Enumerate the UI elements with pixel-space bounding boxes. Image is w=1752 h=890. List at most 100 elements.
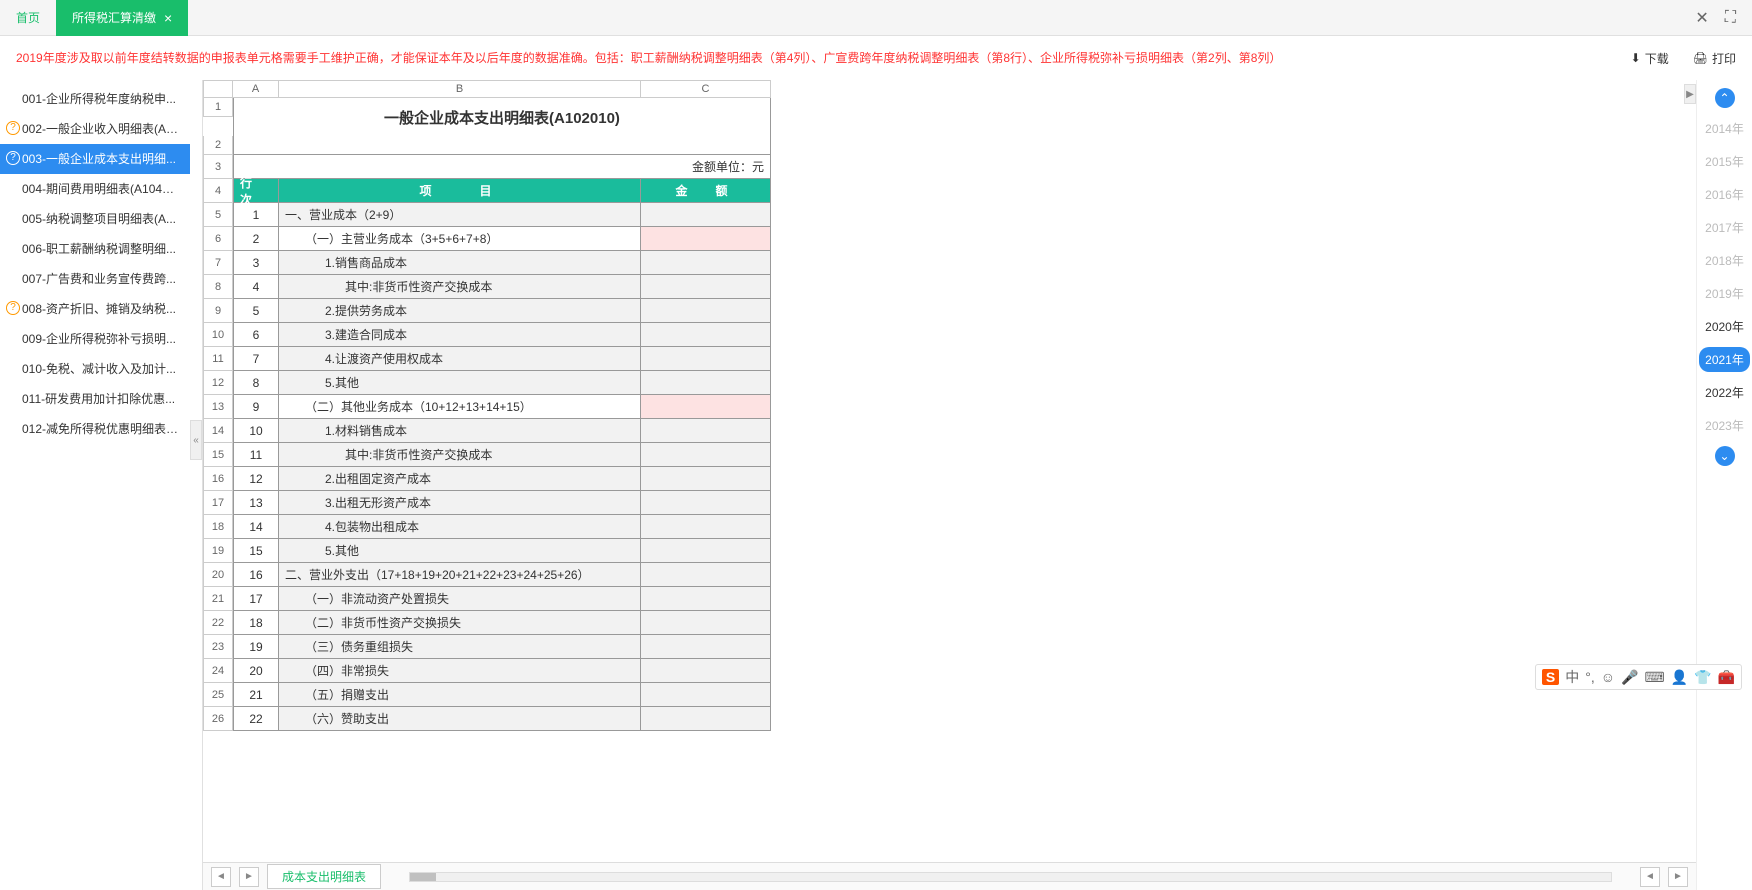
cell-amount[interactable] (641, 203, 771, 227)
right-panel-expand[interactable]: ▶ (1684, 84, 1696, 104)
cell-amount[interactable] (641, 635, 771, 659)
horizontal-scrollbar[interactable] (409, 872, 1612, 882)
row-number[interactable]: 7 (203, 251, 233, 275)
ime-skin-icon[interactable]: 👕 (1694, 669, 1711, 686)
cell-amount[interactable] (641, 659, 771, 683)
tab-active[interactable]: 所得税汇算清缴 × (56, 0, 188, 36)
row-number[interactable]: 6 (203, 227, 233, 251)
row-number[interactable]: 25 (203, 683, 233, 707)
sidebar-item-label: 002-一般企业收入明细表(A10... (22, 122, 189, 136)
sidebar-item-8[interactable]: 009-企业所得税弥补亏损明... (0, 324, 190, 354)
row-number[interactable]: 16 (203, 467, 233, 491)
ime-lang[interactable]: 中 (1565, 667, 1579, 687)
sidebar-item-7[interactable]: ?008-资产折旧、摊销及纳税... (0, 294, 190, 324)
cell-amount[interactable] (641, 419, 771, 443)
row-number[interactable]: 2 (203, 136, 233, 155)
sidebar-item-3[interactable]: 004-期间费用明细表(A10400... (0, 174, 190, 204)
cell-amount[interactable] (641, 563, 771, 587)
row-number[interactable]: 21 (203, 587, 233, 611)
sidebar-item-6[interactable]: 007-广告费和业务宣传费跨... (0, 264, 190, 294)
sheet-nav-left[interactable]: ◄ (1640, 867, 1660, 887)
sidebar-item-2[interactable]: ?003-一般企业成本支出明细... (0, 144, 190, 174)
fullscreen-icon[interactable]: ⛶ (1725, 9, 1736, 27)
cell-amount[interactable] (641, 395, 771, 419)
help-icon: ? (6, 151, 20, 165)
cell-amount[interactable] (641, 299, 771, 323)
year-2022年[interactable]: 2022年 (1699, 380, 1750, 405)
sidebar-item-10[interactable]: 011-研发费用加计扣除优惠... (0, 384, 190, 414)
cell-rownum: 20 (233, 659, 279, 683)
row-number[interactable]: 12 (203, 371, 233, 395)
ime-emoji-icon[interactable]: ☺ (1601, 669, 1615, 685)
row-number[interactable]: 1 (203, 98, 233, 117)
cell-amount[interactable] (641, 467, 771, 491)
row-number[interactable]: 8 (203, 275, 233, 299)
year-scroll-up[interactable]: ⌃ (1715, 88, 1735, 108)
row-number[interactable]: 26 (203, 707, 233, 731)
cell-item: （二）非货币性资产交换损失 (279, 611, 641, 635)
cell-amount[interactable] (641, 371, 771, 395)
cell-amount[interactable] (641, 251, 771, 275)
ime-toolbar[interactable]: S 中 °, ☺ 🎤 ⌨ 👤 👕 🧰 (1535, 664, 1742, 690)
sheet-tab[interactable]: 成本支出明细表 (267, 864, 381, 889)
print-button[interactable]: 🖨 打印 (1693, 50, 1736, 67)
row-number[interactable]: 17 (203, 491, 233, 515)
sheet-nav-right[interactable]: ► (1668, 867, 1688, 887)
ime-mic-icon[interactable]: 🎤 (1621, 669, 1638, 686)
sidebar-collapse-handle[interactable]: « (190, 420, 202, 460)
sidebar-item-0[interactable]: 001-企业所得税年度纳税申... (0, 84, 190, 114)
sidebar-item-5[interactable]: 006-职工薪酬纳税调整明细... (0, 234, 190, 264)
ime-user-icon[interactable]: 👤 (1671, 669, 1688, 686)
cell-amount[interactable] (641, 587, 771, 611)
sidebar-item-label: 009-企业所得税弥补亏损明... (22, 332, 176, 346)
close-icon[interactable]: × (164, 10, 172, 26)
sheet-nav-next[interactable]: ► (239, 867, 259, 887)
cell-amount[interactable] (641, 323, 771, 347)
sidebar-item-1[interactable]: ?002-一般企业收入明细表(A10... (0, 114, 190, 144)
row-number[interactable]: 9 (203, 299, 233, 323)
row-number[interactable]: 23 (203, 635, 233, 659)
year-scroll-down[interactable]: ⌄ (1715, 446, 1735, 466)
cell-amount[interactable] (641, 227, 771, 251)
row-number[interactable]: 11 (203, 347, 233, 371)
year-2021年[interactable]: 2021年 (1699, 347, 1750, 372)
column-header[interactable] (203, 80, 233, 98)
row-number[interactable]: 4 (203, 179, 233, 203)
window-close-icon[interactable]: ✕ (1695, 8, 1708, 28)
ime-tool-icon[interactable]: 🧰 (1718, 669, 1735, 686)
ime-punct-icon[interactable]: °, (1585, 669, 1595, 685)
year-2020年[interactable]: 2020年 (1699, 314, 1750, 339)
column-header[interactable]: C (641, 80, 771, 98)
ime-keyboard-icon[interactable]: ⌨ (1644, 669, 1664, 686)
header-amount: 金 额 (641, 179, 771, 203)
tab-home[interactable]: 首页 (0, 0, 56, 36)
row-number[interactable]: 19 (203, 539, 233, 563)
sidebar-item-11[interactable]: 012-减免所得税优惠明细表(... (0, 414, 190, 444)
cell-amount[interactable] (641, 683, 771, 707)
cell-amount[interactable] (641, 347, 771, 371)
row-number[interactable]: 14 (203, 419, 233, 443)
column-header[interactable]: B (279, 80, 641, 98)
cell-amount[interactable] (641, 539, 771, 563)
download-button[interactable]: ⬇ 下载 (1631, 50, 1669, 67)
row-number[interactable]: 22 (203, 611, 233, 635)
row-number[interactable]: 18 (203, 515, 233, 539)
cell-amount[interactable] (641, 611, 771, 635)
row-number[interactable]: 24 (203, 659, 233, 683)
column-header[interactable]: A (233, 80, 279, 98)
row-number[interactable]: 3 (203, 155, 233, 179)
cell-amount[interactable] (641, 491, 771, 515)
sheet-nav-prev[interactable]: ◄ (211, 867, 231, 887)
cell-amount[interactable] (641, 707, 771, 731)
row-number[interactable]: 10 (203, 323, 233, 347)
sidebar-item-9[interactable]: 010-免税、减计收入及加计... (0, 354, 190, 384)
cell-amount[interactable] (641, 515, 771, 539)
row-number[interactable]: 15 (203, 443, 233, 467)
row-number[interactable]: 5 (203, 203, 233, 227)
row-number[interactable]: 20 (203, 563, 233, 587)
cell-amount[interactable] (641, 275, 771, 299)
row-number[interactable]: 13 (203, 395, 233, 419)
cell-amount[interactable] (641, 443, 771, 467)
sidebar-item-4[interactable]: 005-纳税调整项目明细表(A... (0, 204, 190, 234)
header-rownum: 行次 (233, 179, 279, 203)
